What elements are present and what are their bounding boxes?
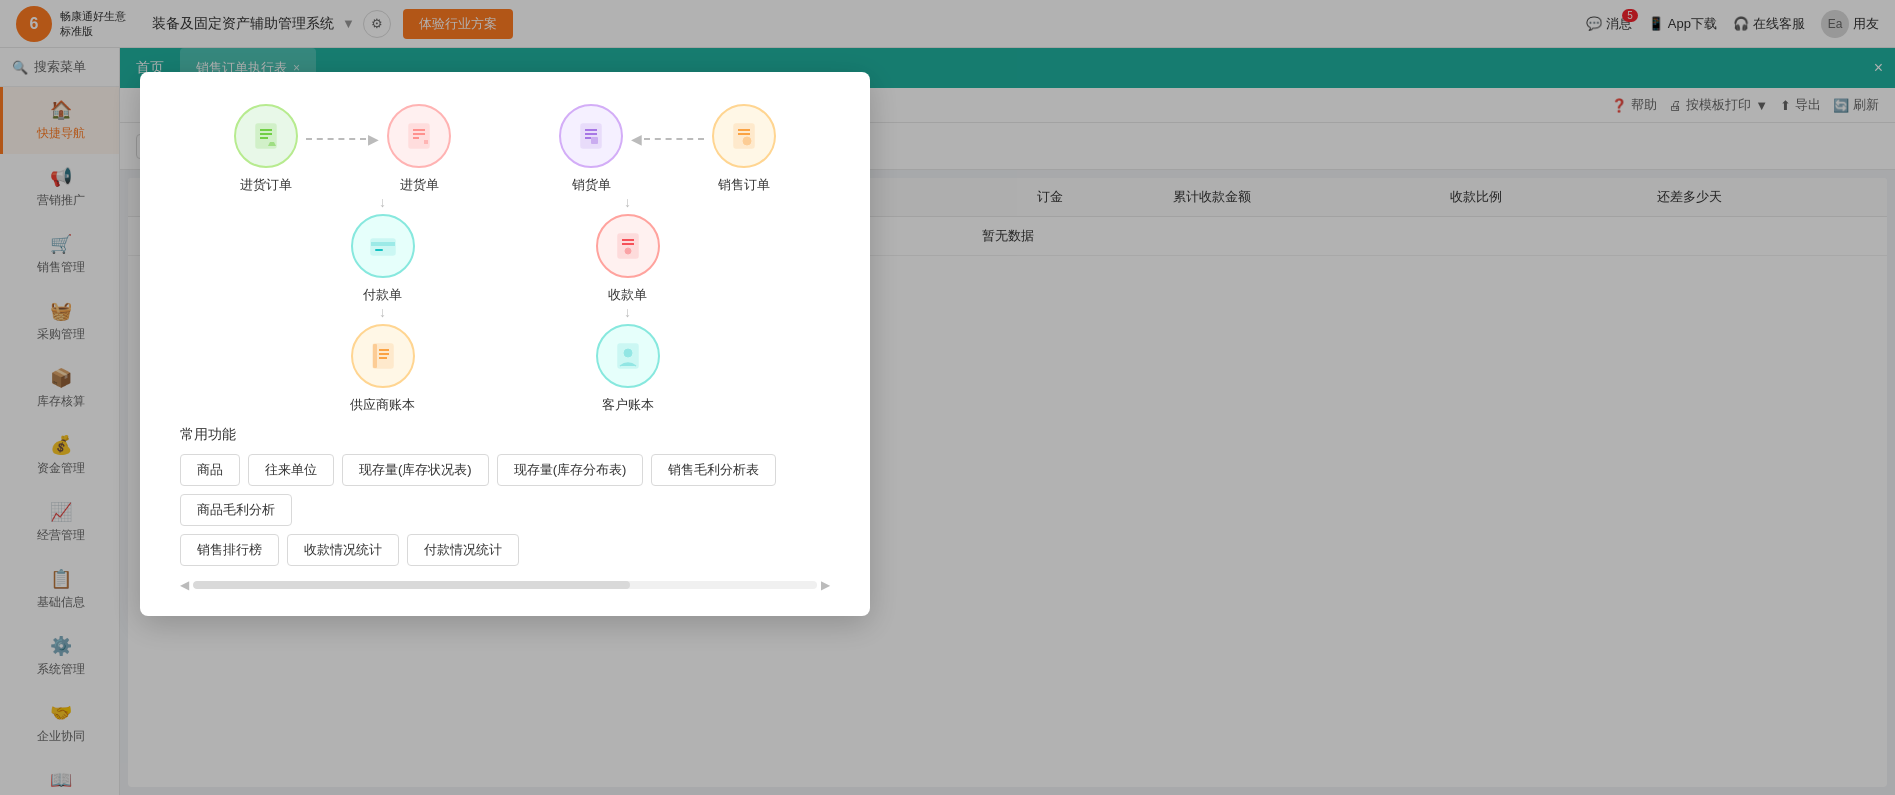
func-btn-stock-status[interactable]: 现存量(库存状况表)	[342, 454, 489, 486]
purchase-bill-label: 进货单	[400, 176, 439, 194]
sales-bill-icon	[559, 104, 623, 168]
svg-rect-12	[591, 137, 598, 144]
flow-sales-bill[interactable]: 销货单	[559, 104, 623, 194]
receipt-icon	[596, 214, 660, 278]
svg-rect-4	[409, 124, 429, 148]
flow-payment[interactable]: 付款单	[351, 214, 415, 304]
flow-supplier-book[interactable]: 供应商账本	[350, 324, 415, 414]
supplier-book-icon	[351, 324, 415, 388]
common-functions-title: 常用功能	[180, 426, 830, 444]
svg-rect-17	[371, 239, 395, 255]
svg-rect-8	[581, 124, 601, 148]
scroll-left-arrow[interactable]: ◀	[180, 578, 189, 592]
func-buttons-row1: 商品 往来单位 现存量(库存状况表) 现存量(库存分布表) 销售毛利分析表 商品…	[180, 454, 830, 526]
customer-book-icon	[596, 324, 660, 388]
payment-icon	[351, 214, 415, 278]
sales-order-label: 销售订单	[718, 176, 770, 194]
func-btn-partner[interactable]: 往来单位	[248, 454, 334, 486]
sales-bill-label: 销货单	[572, 176, 611, 194]
sales-order-icon	[712, 104, 776, 168]
customer-book-label: 客户账本	[602, 396, 654, 414]
svg-rect-25	[373, 344, 377, 368]
flow-purchase-bill[interactable]: 进货单	[387, 104, 451, 194]
purchase-order-icon	[234, 104, 298, 168]
flow-purchase-order[interactable]: 进货订单	[234, 104, 298, 194]
flow-receipt[interactable]: 收款单	[596, 214, 660, 304]
func-btn-receipt-stat[interactable]: 收款情况统计	[287, 534, 399, 566]
svg-point-16	[743, 137, 751, 145]
modal-scrollbar-track[interactable]	[193, 581, 817, 589]
receipt-label: 收款单	[608, 286, 647, 304]
func-buttons-row2: 销售排行榜 收款情况统计 付款情况统计	[180, 534, 830, 566]
supplier-book-label: 供应商账本	[350, 396, 415, 414]
scroll-right-arrow[interactable]: ▶	[821, 578, 830, 592]
func-btn-sales-rank[interactable]: 销售排行榜	[180, 534, 279, 566]
func-btn-payment-stat[interactable]: 付款情况统计	[407, 534, 519, 566]
svg-point-30	[624, 349, 632, 357]
arrow-purchase-to-bill	[306, 138, 366, 140]
payment-label: 付款单	[363, 286, 402, 304]
svg-point-23	[625, 248, 631, 254]
arrow-order-to-sales	[644, 138, 704, 140]
flow-customer-book[interactable]: 客户账本	[596, 324, 660, 414]
svg-rect-18	[371, 242, 395, 246]
modal-scrollbar-thumb	[193, 581, 630, 589]
quick-nav-modal: 进货订单 ▶ 进货单 销货	[140, 72, 870, 616]
svg-rect-19	[375, 249, 383, 251]
func-btn-product-gross[interactable]: 商品毛利分析	[180, 494, 292, 526]
purchase-order-label: 进货订单	[240, 176, 292, 194]
svg-rect-13	[734, 124, 754, 148]
flow-sales-order[interactable]: 销售订单	[712, 104, 776, 194]
purchase-bill-icon	[387, 104, 451, 168]
modal-scrollbar-area: ◀ ▶	[180, 578, 830, 592]
func-btn-product[interactable]: 商品	[180, 454, 240, 486]
common-functions-section: 常用功能 商品 往来单位 现存量(库存状况表) 现存量(库存分布表) 销售毛利分…	[180, 426, 830, 566]
func-btn-sales-gross[interactable]: 销售毛利分析表	[651, 454, 776, 486]
func-btn-stock-dist[interactable]: 现存量(库存分布表)	[497, 454, 644, 486]
